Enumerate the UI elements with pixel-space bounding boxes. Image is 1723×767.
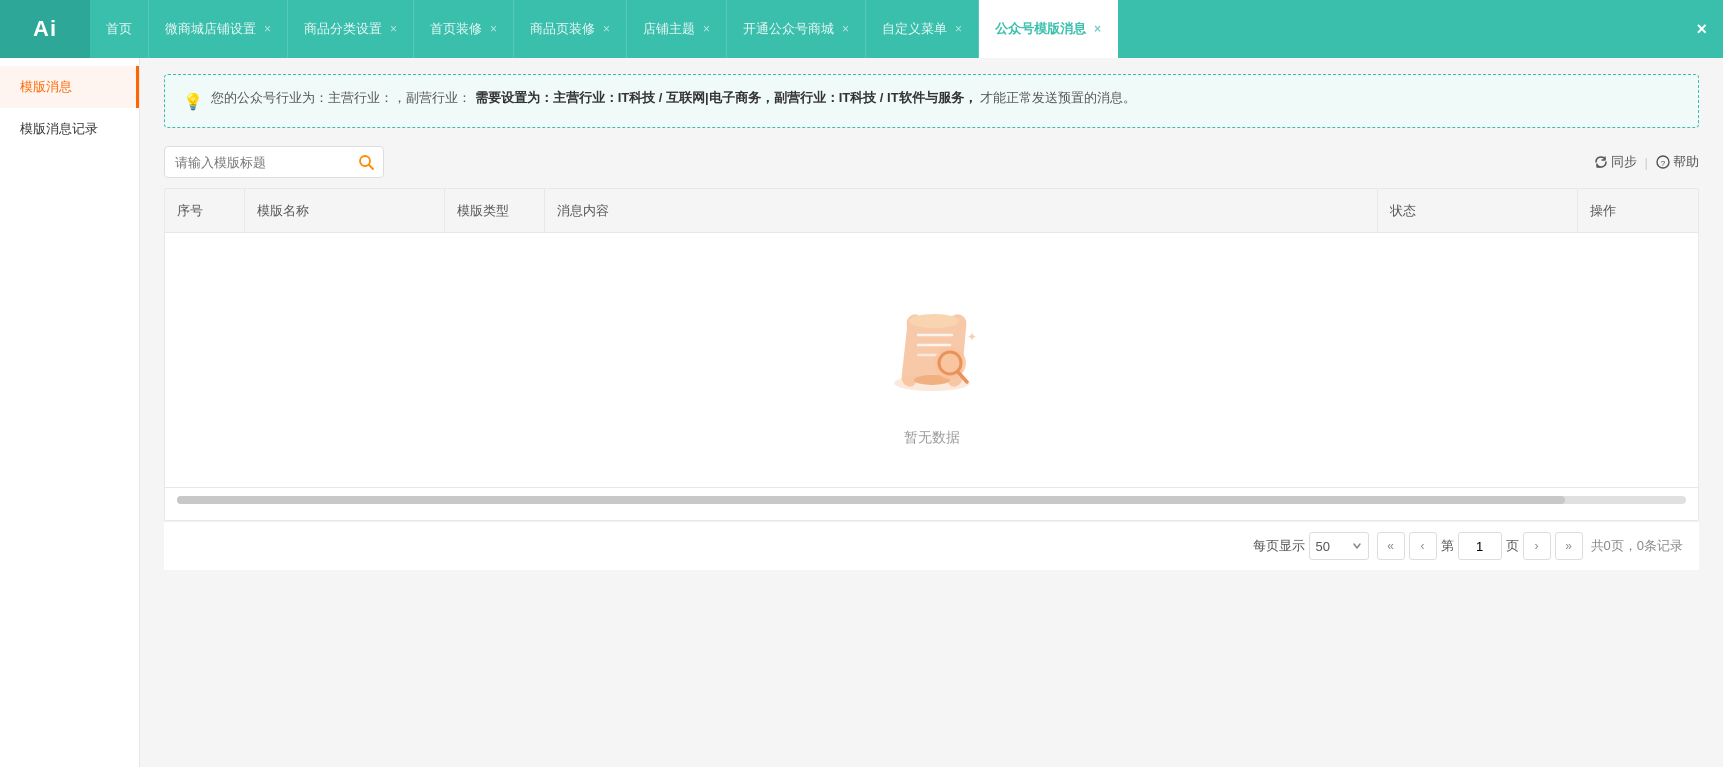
nav-tab-productpage-close[interactable]: ×: [603, 22, 610, 36]
page-label2: 页: [1506, 537, 1519, 555]
notice-box: 💡 您的公众号行业为：主营行业：，副营行业： 需要设置为：主营行业：IT科技 /…: [164, 74, 1699, 128]
svg-line-1: [369, 165, 373, 169]
help-icon: ?: [1656, 155, 1670, 169]
nav-tab-openmp[interactable]: 开通公众号商城 ×: [727, 0, 866, 58]
nav-tab-tmplmsg-close[interactable]: ×: [1094, 22, 1101, 36]
toolbar-right: 同步 | ? 帮助: [1594, 153, 1699, 171]
nav-tab-tmplmsg[interactable]: 公众号模版消息 ×: [979, 0, 1118, 58]
nav-tab-category-close[interactable]: ×: [390, 22, 397, 36]
chevron-down-icon: [1352, 541, 1362, 551]
sidebar: 模版消息 模版消息记录: [0, 58, 140, 767]
first-page-button[interactable]: «: [1377, 532, 1405, 560]
horizontal-scrollbar[interactable]: [177, 496, 1686, 504]
sidebar-item-template-msg[interactable]: 模版消息: [0, 66, 139, 108]
nav-tab-homepage[interactable]: 首页装修 ×: [414, 0, 514, 58]
nav-tabs: 首页 微商城店铺设置 × 商品分类设置 × 首页装修 × 商品页装修 × 店铺主…: [90, 0, 1680, 58]
empty-state: ✦ · 暂无数据: [165, 233, 1698, 487]
nav-tab-home[interactable]: 首页: [90, 0, 149, 58]
notice-icon: 💡: [183, 88, 203, 115]
page-navigation: « ‹ 第 页 › »: [1377, 532, 1583, 560]
th-status: 状态: [1378, 189, 1578, 232]
table-header: 序号 模版名称 模版类型 消息内容 状态 操作: [165, 189, 1698, 233]
nav-tab-homepage-close[interactable]: ×: [490, 22, 497, 36]
page-number-input[interactable]: [1458, 532, 1502, 560]
empty-text: 暂无数据: [904, 429, 960, 447]
scrollbar-thumb[interactable]: [177, 496, 1565, 504]
pagination: 每页显示 50 « ‹ 第 页 › » 共0页，0条记录: [164, 521, 1699, 570]
next-page-button[interactable]: ›: [1523, 532, 1551, 560]
search-button[interactable]: [348, 146, 384, 178]
prev-page-button[interactable]: ‹: [1409, 532, 1437, 560]
search-bar: 同步 | ? 帮助: [164, 146, 1699, 178]
notice-highlight: 需要设置为：主营行业：IT科技 / 互联网|电子商务，副营行业：IT科技 / I…: [475, 90, 977, 105]
help-button[interactable]: ? 帮助: [1656, 153, 1699, 171]
nav-tab-wshop-close[interactable]: ×: [264, 22, 271, 36]
th-seq: 序号: [165, 189, 245, 232]
nav-tab-productpage[interactable]: 商品页装修 ×: [514, 0, 627, 58]
nav-tab-shoptheme[interactable]: 店铺主题 ×: [627, 0, 727, 58]
data-table: 序号 模版名称 模版类型 消息内容 状态 操作: [164, 188, 1699, 521]
th-type: 模版类型: [445, 189, 545, 232]
nav-tab-wshop[interactable]: 微商城店铺设置 ×: [149, 0, 288, 58]
nav-tab-category[interactable]: 商品分类设置 ×: [288, 0, 414, 58]
page-size-dropdown[interactable]: 50: [1309, 532, 1369, 560]
nav-tab-custommenu[interactable]: 自定义菜单 ×: [866, 0, 979, 58]
page-size-select: 每页显示 50: [1253, 532, 1369, 560]
th-name: 模版名称: [245, 189, 445, 232]
svg-text:✦: ✦: [967, 330, 977, 344]
svg-text:·: ·: [960, 324, 962, 333]
th-content: 消息内容: [545, 189, 1378, 232]
svg-text:?: ?: [1661, 159, 1666, 168]
nav-tab-custommenu-close[interactable]: ×: [955, 22, 962, 36]
top-nav: Ai 首页 微商城店铺设置 × 商品分类设置 × 首页装修 × 商品页装修 × …: [0, 0, 1723, 58]
page-total: 共0页，0条记录: [1591, 537, 1683, 555]
sidebar-item-template-record[interactable]: 模版消息记录: [0, 108, 139, 150]
last-page-button[interactable]: »: [1555, 532, 1583, 560]
page-label: 第: [1441, 537, 1454, 555]
toolbar-divider: |: [1645, 155, 1648, 170]
notice-text: 您的公众号行业为：主营行业：，副营行业： 需要设置为：主营行业：IT科技 / 互…: [211, 87, 1136, 109]
app-logo: Ai: [0, 0, 90, 58]
svg-point-5: [909, 314, 959, 328]
main-layout: 模版消息 模版消息记录 💡 您的公众号行业为：主营行业：，副营行业： 需要设置为…: [0, 58, 1723, 767]
nav-tab-shoptheme-close[interactable]: ×: [703, 22, 710, 36]
horizontal-scrollbar-area: [165, 487, 1698, 520]
sync-icon: [1594, 155, 1608, 169]
content-area: 💡 您的公众号行业为：主营行业：，副营行业： 需要设置为：主营行业：IT科技 /…: [140, 58, 1723, 767]
search-input-wrap: [164, 146, 384, 178]
nav-tab-openmp-close[interactable]: ×: [842, 22, 849, 36]
close-all-button[interactable]: ×: [1680, 19, 1723, 40]
sync-button[interactable]: 同步: [1594, 153, 1637, 171]
search-icon: [358, 154, 374, 170]
empty-illustration: ✦ ·: [872, 293, 992, 413]
th-action: 操作: [1578, 189, 1698, 232]
